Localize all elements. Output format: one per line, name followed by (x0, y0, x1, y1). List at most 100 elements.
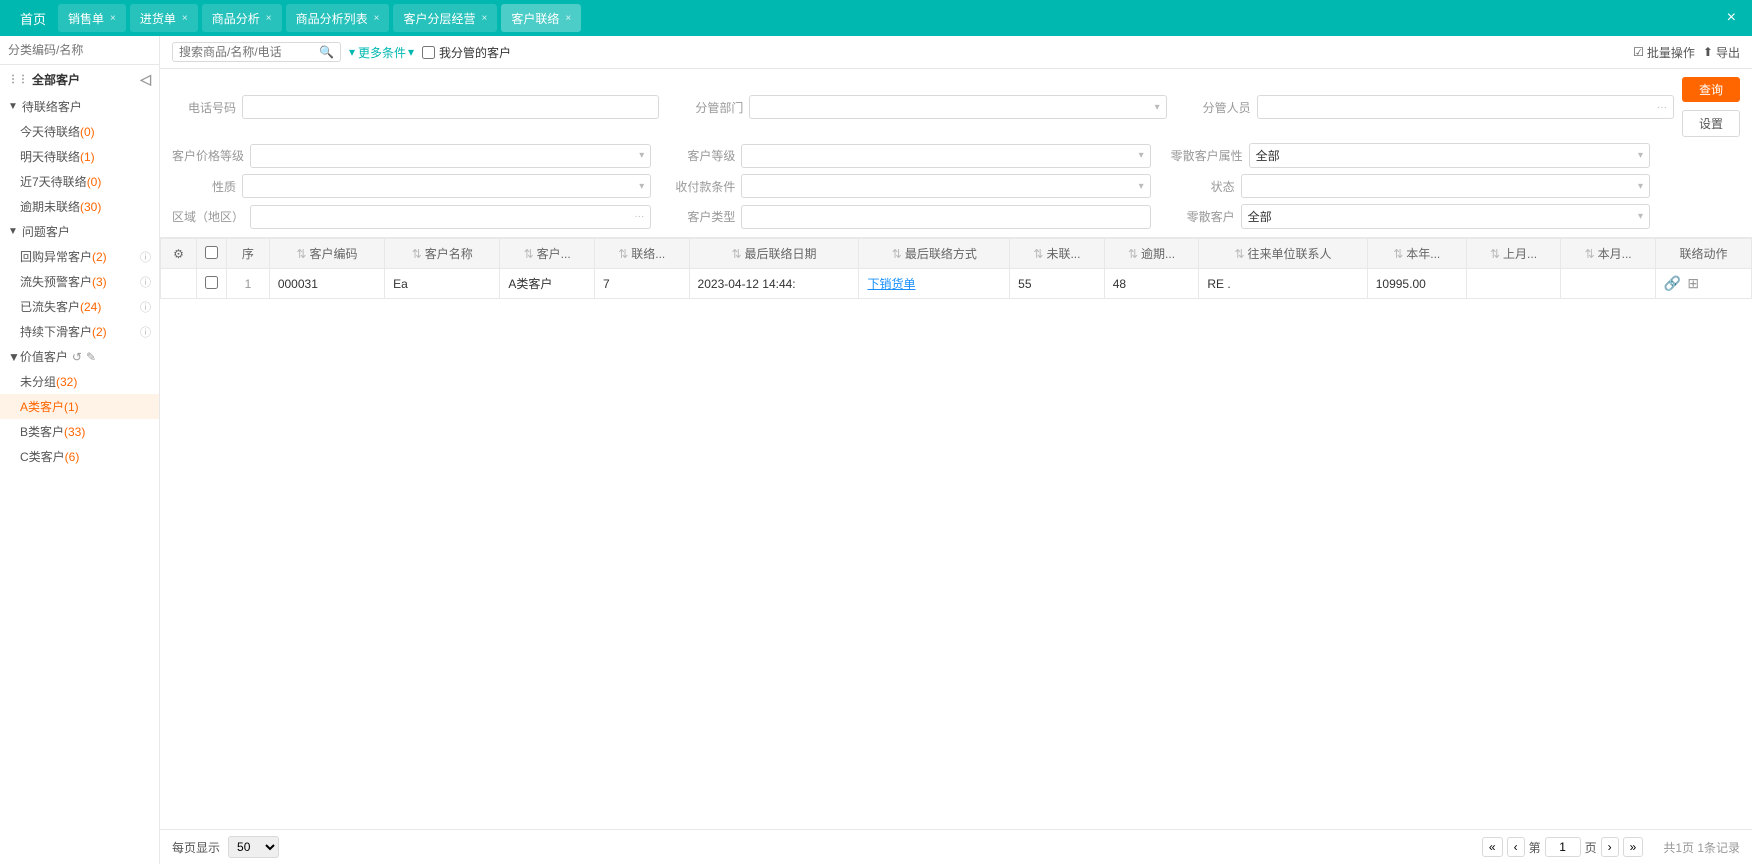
col-uncontacted[interactable]: ⇅未联... (1010, 239, 1105, 269)
filter-input-status[interactable]: ▾ (1241, 174, 1650, 198)
col-this-year[interactable]: ⇅本年... (1367, 239, 1466, 269)
filter-field-region: 区域（地区） ··· (172, 205, 651, 229)
sidebar-item-a-class[interactable]: A类客户 (1) (0, 394, 159, 419)
batch-op-button[interactable]: ☑ 批量操作 (1633, 44, 1695, 61)
filter-input-region[interactable]: ··· (250, 205, 651, 229)
filter-field-dept: 分管部门 ▾ (679, 95, 1166, 119)
filter-input-customer-type[interactable] (741, 205, 1150, 229)
sidebar-item-repurchase-abnormal[interactable]: 回购异常客户 (2) ⓘ (0, 244, 159, 269)
close-purchase-tab[interactable]: × (182, 13, 188, 24)
row-contact-person: RE . (1199, 269, 1367, 299)
col-last-contact-date[interactable]: ⇅最后联络日期 (689, 239, 859, 269)
nav-home[interactable]: 首页 (8, 9, 58, 28)
filter-input-payment[interactable]: ▾ (741, 174, 1150, 198)
filter-field-retail: 零散客户 全部 ▾ (1171, 204, 1650, 229)
filter-input-dept[interactable]: ▾ (749, 95, 1166, 119)
sidebar-group-problem[interactable]: ▼ 问题客户 (0, 219, 159, 244)
row-last-month (1466, 269, 1561, 299)
filter-input-nature[interactable]: ▾ (242, 174, 651, 198)
total-records-label: 共1页 1条记录 (1663, 839, 1740, 856)
first-page-btn[interactable]: « (1482, 837, 1503, 857)
sidebar-all-customers-header[interactable]: ⋮⋮ 全部客户 ◁ (0, 65, 159, 94)
refresh-icon[interactable]: ↺ (72, 350, 82, 364)
col-last-contact-method[interactable]: ⇅最后联络方式 (859, 239, 1010, 269)
col-this-month[interactable]: ⇅本月... (1561, 239, 1656, 269)
sidebar-item-unclassified[interactable]: 未分组 (32) (0, 369, 159, 394)
dept-dropdown-arrow: ▾ (1155, 102, 1160, 113)
filter-more-conditions[interactable]: ▾ 更多条件 ▾ (349, 44, 414, 61)
sidebar-group-pending[interactable]: ▼ 待联络客户 (0, 94, 159, 119)
sidebar-item-tomorrow-contact[interactable]: 明天待联络 (1) (0, 144, 159, 169)
payment-arrow: ▾ (1139, 181, 1144, 192)
row-checkbox-cell (197, 269, 227, 299)
close-analysis-tab[interactable]: × (266, 13, 272, 24)
filter-field-status: 状态 ▾ (1171, 174, 1650, 198)
col-actions: 联络动作 (1655, 239, 1751, 269)
row-checkbox[interactable] (205, 276, 218, 289)
sidebar-item-overdue-contact[interactable]: 逾期未联络 (30) (0, 194, 159, 219)
settings-button[interactable]: 设置 (1682, 110, 1740, 137)
my-customers-checkbox-wrap: 我分管的客户 (422, 44, 511, 61)
filter-input-person[interactable]: ··· (1257, 95, 1674, 119)
filter-input-phone[interactable] (242, 95, 659, 119)
select-all-checkbox[interactable] (205, 246, 218, 259)
edit-icon[interactable]: ✎ (86, 350, 96, 364)
sidebar-item-declining[interactable]: 持续下滑客户 (2) ⓘ (0, 319, 159, 344)
col-customer-type[interactable]: ⇅客户... (500, 239, 595, 269)
filter-input-price-grade[interactable]: ▾ (250, 144, 651, 168)
close-sales-tab[interactable]: × (110, 13, 116, 24)
col-settings[interactable]: ⚙ (161, 239, 197, 269)
filter-row-3: 性质 ▾ 收付款条件 ▾ (172, 174, 1740, 198)
col-name[interactable]: ⇅客户名称 (385, 239, 500, 269)
col-overdue[interactable]: ⇅逾期... (1104, 239, 1199, 269)
row-action-grid-icon[interactable]: ⊞ (1687, 275, 1699, 292)
filter-field-phone: 电话号码 (172, 95, 659, 119)
col-contact-count[interactable]: ⇅联络... (594, 239, 689, 269)
col-code[interactable]: ⇅客户编码 (269, 239, 384, 269)
sidebar-item-7day-contact[interactable]: 近7天待联络 (0) (0, 169, 159, 194)
close-customer-segment-tab[interactable]: × (481, 13, 487, 24)
sidebar-item-churn-warning[interactable]: 流失预警客户 (3) ⓘ (0, 269, 159, 294)
prev-page-btn[interactable]: ‹ (1507, 837, 1525, 857)
top-nav: 首页 销售单 × 进货单 × 商品分析 × 商品分析列表 × 客户分层经营 × … (0, 0, 1752, 36)
nav-tab-analysis[interactable]: 商品分析 × (202, 4, 282, 32)
nav-tab-customer-segment[interactable]: 客户分层经营 × (393, 4, 497, 32)
nav-tab-sales[interactable]: 销售单 × (58, 4, 126, 32)
close-customer-contact-tab[interactable]: × (565, 13, 571, 24)
export-button[interactable]: ⬆ 导出 (1703, 44, 1740, 61)
last-page-btn[interactable]: » (1623, 837, 1644, 857)
next-page-btn[interactable]: › (1601, 837, 1619, 857)
my-customers-checkbox[interactable] (422, 46, 435, 59)
col-contact-person[interactable]: ⇅往来单位联系人 (1199, 239, 1367, 269)
per-page-select[interactable]: 50 100 200 (228, 836, 279, 858)
sidebar-item-churned[interactable]: 已流失客户 (24) ⓘ (0, 294, 159, 319)
filter-input-retail-attr[interactable]: 全部 ▾ (1249, 143, 1650, 168)
sidebar-item-c-class[interactable]: C类客户 (6) (0, 444, 159, 469)
sidebar-item-today-contact[interactable]: 今天待联络 (0) (0, 119, 159, 144)
sidebar-collapse-btn[interactable]: ◁ (140, 71, 151, 88)
page-number-input[interactable] (1545, 837, 1581, 857)
nav-tab-analysis-list[interactable]: 商品分析列表 × (286, 4, 390, 32)
filter-search-icon[interactable]: 🔍 (319, 45, 334, 59)
row-uncontacted: 55 (1010, 269, 1105, 299)
pending-arrow: ▼ (8, 101, 18, 112)
filter-search-input[interactable] (179, 45, 319, 59)
sidebar-item-b-class[interactable]: B类客户 (33) (0, 419, 159, 444)
row-name: Ea (385, 269, 500, 299)
page-of-label: 页 (1585, 839, 1597, 856)
row-last-contact-method[interactable]: 下销货单 (859, 269, 1010, 299)
query-button[interactable]: 查询 (1682, 77, 1740, 102)
sidebar-search-input[interactable] (8, 43, 160, 57)
nav-tab-purchase[interactable]: 进货单 × (130, 4, 198, 32)
retail-arrow: ▾ (1638, 211, 1643, 222)
close-all-tabs[interactable]: × (1719, 9, 1744, 27)
nav-tab-customer-contact[interactable]: 客户联络 × (501, 4, 581, 32)
sidebar-group-value[interactable]: ▼ 价值客户 ↺ ✎ (0, 344, 159, 369)
filter-label-retail-attr: 零散客户属性 (1171, 147, 1249, 164)
col-last-month[interactable]: ⇅上月... (1466, 239, 1561, 269)
row-action-link-icon[interactable]: 🔗 (1664, 275, 1681, 292)
page-label: 第 (1529, 839, 1541, 856)
filter-input-customer-grade[interactable]: ▾ (741, 144, 1150, 168)
close-analysis-list-tab[interactable]: × (374, 13, 380, 24)
filter-input-retail[interactable]: 全部 ▾ (1241, 204, 1650, 229)
